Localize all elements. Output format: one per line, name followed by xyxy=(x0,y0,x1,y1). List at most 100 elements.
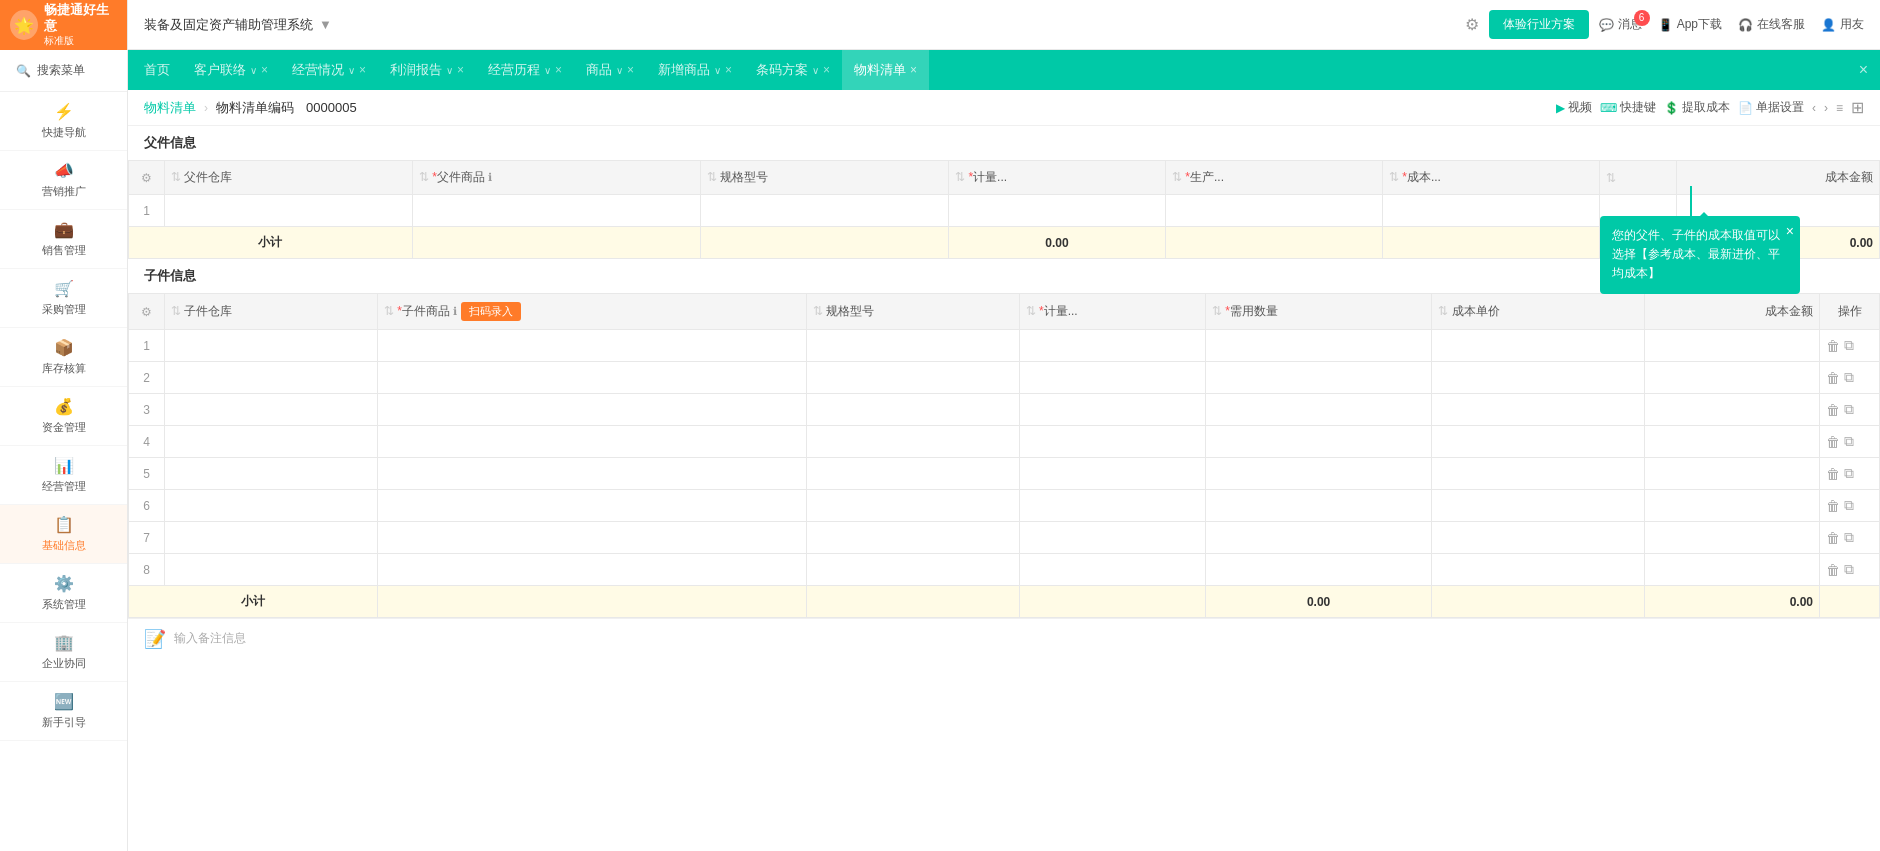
tab-profit-close[interactable]: × xyxy=(457,63,464,77)
copy-icon[interactable]: ⧉ xyxy=(1844,433,1854,450)
tab-barcode[interactable]: 条码方案 ∨ × xyxy=(744,50,842,90)
child-row-quantity[interactable] xyxy=(1205,490,1431,522)
message-item[interactable]: 💬 消息 6 xyxy=(1599,16,1642,33)
trial-button[interactable]: 体验行业方案 xyxy=(1489,10,1589,39)
child-row-warehouse[interactable] xyxy=(165,426,378,458)
sidebar-item-marketing[interactable]: 📣 营销推广 xyxy=(0,151,127,210)
parent-row1-unit[interactable] xyxy=(949,195,1166,227)
child-sort-warehouse[interactable]: ⇅ xyxy=(171,304,181,318)
child-row-goods[interactable] xyxy=(377,362,806,394)
sidebar-item-quick-nav[interactable]: ⚡ 快捷导航 xyxy=(0,92,127,151)
breadcrumb-parent[interactable]: 物料清单 xyxy=(144,99,196,117)
child-sort-goods[interactable]: ⇅ xyxy=(384,304,394,318)
child-row-warehouse[interactable] xyxy=(165,362,378,394)
child-row-unit-cost[interactable] xyxy=(1432,490,1645,522)
child-row-unit-cost[interactable] xyxy=(1432,554,1645,586)
child-row-unit[interactable] xyxy=(1019,394,1205,426)
child-row-warehouse[interactable] xyxy=(165,490,378,522)
child-sort-unit[interactable]: ⇅ xyxy=(1026,304,1036,318)
child-row-goods[interactable] xyxy=(377,426,806,458)
child-sort-spec[interactable]: ⇅ xyxy=(813,304,823,318)
expand-icon[interactable]: ⊞ xyxy=(1851,98,1864,117)
delete-icon[interactable]: 🗑 xyxy=(1826,402,1840,418)
tab-barcode-close[interactable]: × xyxy=(823,63,830,77)
tab-customer[interactable]: 客户联络 ∨ × xyxy=(182,50,280,90)
nav-close-button[interactable]: × xyxy=(1851,61,1876,79)
copy-icon[interactable]: ⧉ xyxy=(1844,465,1854,482)
parent-row1-goods[interactable] xyxy=(412,195,700,227)
grid-view-icon[interactable]: ≡ xyxy=(1836,101,1843,115)
delete-icon[interactable]: 🗑 xyxy=(1826,338,1840,354)
child-row-quantity[interactable] xyxy=(1205,522,1431,554)
parent-row1-production[interactable] xyxy=(1165,195,1382,227)
search-menu-button[interactable]: 🔍 搜索菜单 xyxy=(8,58,119,83)
view-button[interactable]: ▶ 视频 xyxy=(1556,99,1592,116)
copy-icon[interactable]: ⧉ xyxy=(1844,401,1854,418)
single-settings-button[interactable]: 📄 单据设置 xyxy=(1738,99,1804,116)
child-row-unit-cost[interactable] xyxy=(1432,458,1645,490)
extract-cost-button[interactable]: 💲 提取成本 xyxy=(1664,99,1730,116)
sidebar-item-purchase[interactable]: 🛒 采购管理 xyxy=(0,269,127,328)
child-row-unit[interactable] xyxy=(1019,554,1205,586)
child-row-goods[interactable] xyxy=(377,554,806,586)
child-row-spec[interactable] xyxy=(806,394,1019,426)
sidebar-item-basic[interactable]: 📋 基础信息 xyxy=(0,505,127,564)
sidebar-item-operations[interactable]: 📊 经营管理 xyxy=(0,446,127,505)
app-download-item[interactable]: 📱 App下载 xyxy=(1658,16,1722,33)
child-row-spec[interactable] xyxy=(806,522,1019,554)
child-sort-qty[interactable]: ⇅ xyxy=(1212,304,1222,318)
child-row-unit-cost[interactable] xyxy=(1432,426,1645,458)
parent-sort-unit-icon[interactable]: ⇅ xyxy=(955,170,965,184)
tab-history[interactable]: 经营历程 ∨ × xyxy=(476,50,574,90)
child-row-unit-cost[interactable] xyxy=(1432,330,1645,362)
child-row-spec[interactable] xyxy=(806,458,1019,490)
delete-icon[interactable]: 🗑 xyxy=(1826,434,1840,450)
child-row-warehouse[interactable] xyxy=(165,554,378,586)
child-row-unit[interactable] xyxy=(1019,362,1205,394)
child-row-unit-cost[interactable] xyxy=(1432,394,1645,426)
gear-icon[interactable]: ⚙ xyxy=(1465,15,1479,34)
tab-new-goods-close[interactable]: × xyxy=(725,63,732,77)
tab-bom[interactable]: 物料清单 × xyxy=(842,50,929,90)
child-row-spec[interactable] xyxy=(806,362,1019,394)
child-row-spec[interactable] xyxy=(806,330,1019,362)
child-row-goods[interactable] xyxy=(377,458,806,490)
child-row-unit[interactable] xyxy=(1019,330,1205,362)
sidebar-item-enterprise[interactable]: 🏢 企业协同 xyxy=(0,623,127,682)
child-row-spec[interactable] xyxy=(806,426,1019,458)
tab-history-close[interactable]: × xyxy=(555,63,562,77)
sidebar-item-system[interactable]: ⚙️ 系统管理 xyxy=(0,564,127,623)
child-row-quantity[interactable] xyxy=(1205,394,1431,426)
child-row-unit[interactable] xyxy=(1019,490,1205,522)
copy-icon[interactable]: ⧉ xyxy=(1844,337,1854,354)
parent-row1-warehouse[interactable] xyxy=(165,195,413,227)
child-settings-icon[interactable]: ⚙ xyxy=(141,305,152,319)
parent-sort-spec-icon[interactable]: ⇅ xyxy=(707,170,717,184)
child-row-unit[interactable] xyxy=(1019,458,1205,490)
child-row-warehouse[interactable] xyxy=(165,522,378,554)
child-row-goods[interactable] xyxy=(377,490,806,522)
tooltip-close-button[interactable]: × xyxy=(1786,220,1794,242)
parent-row1-spec[interactable] xyxy=(701,195,949,227)
sidebar-item-sales[interactable]: 💼 销售管理 xyxy=(0,210,127,269)
pagination-prev-icon[interactable]: ‹ xyxy=(1812,101,1816,115)
copy-icon[interactable]: ⧉ xyxy=(1844,561,1854,578)
child-row-goods[interactable] xyxy=(377,522,806,554)
tab-goods-close[interactable]: × xyxy=(627,63,634,77)
delete-icon[interactable]: 🗑 xyxy=(1826,466,1840,482)
copy-icon[interactable]: ⧉ xyxy=(1844,529,1854,546)
shortcut-button[interactable]: ⌨ 快捷键 xyxy=(1600,99,1656,116)
tab-profit[interactable]: 利润报告 ∨ × xyxy=(378,50,476,90)
copy-icon[interactable]: ⧉ xyxy=(1844,497,1854,514)
parent-sort-goods-icon[interactable]: ⇅ xyxy=(419,170,429,184)
settings-col-icon[interactable]: ⚙ xyxy=(141,171,152,185)
pagination-next-icon[interactable]: › xyxy=(1824,101,1828,115)
child-row-quantity[interactable] xyxy=(1205,362,1431,394)
child-row-goods[interactable] xyxy=(377,394,806,426)
delete-icon[interactable]: 🗑 xyxy=(1826,498,1840,514)
child-row-spec[interactable] xyxy=(806,554,1019,586)
child-row-quantity[interactable] xyxy=(1205,426,1431,458)
tab-operations[interactable]: 经营情况 ∨ × xyxy=(280,50,378,90)
child-row-warehouse[interactable] xyxy=(165,458,378,490)
child-row-warehouse[interactable] xyxy=(165,394,378,426)
